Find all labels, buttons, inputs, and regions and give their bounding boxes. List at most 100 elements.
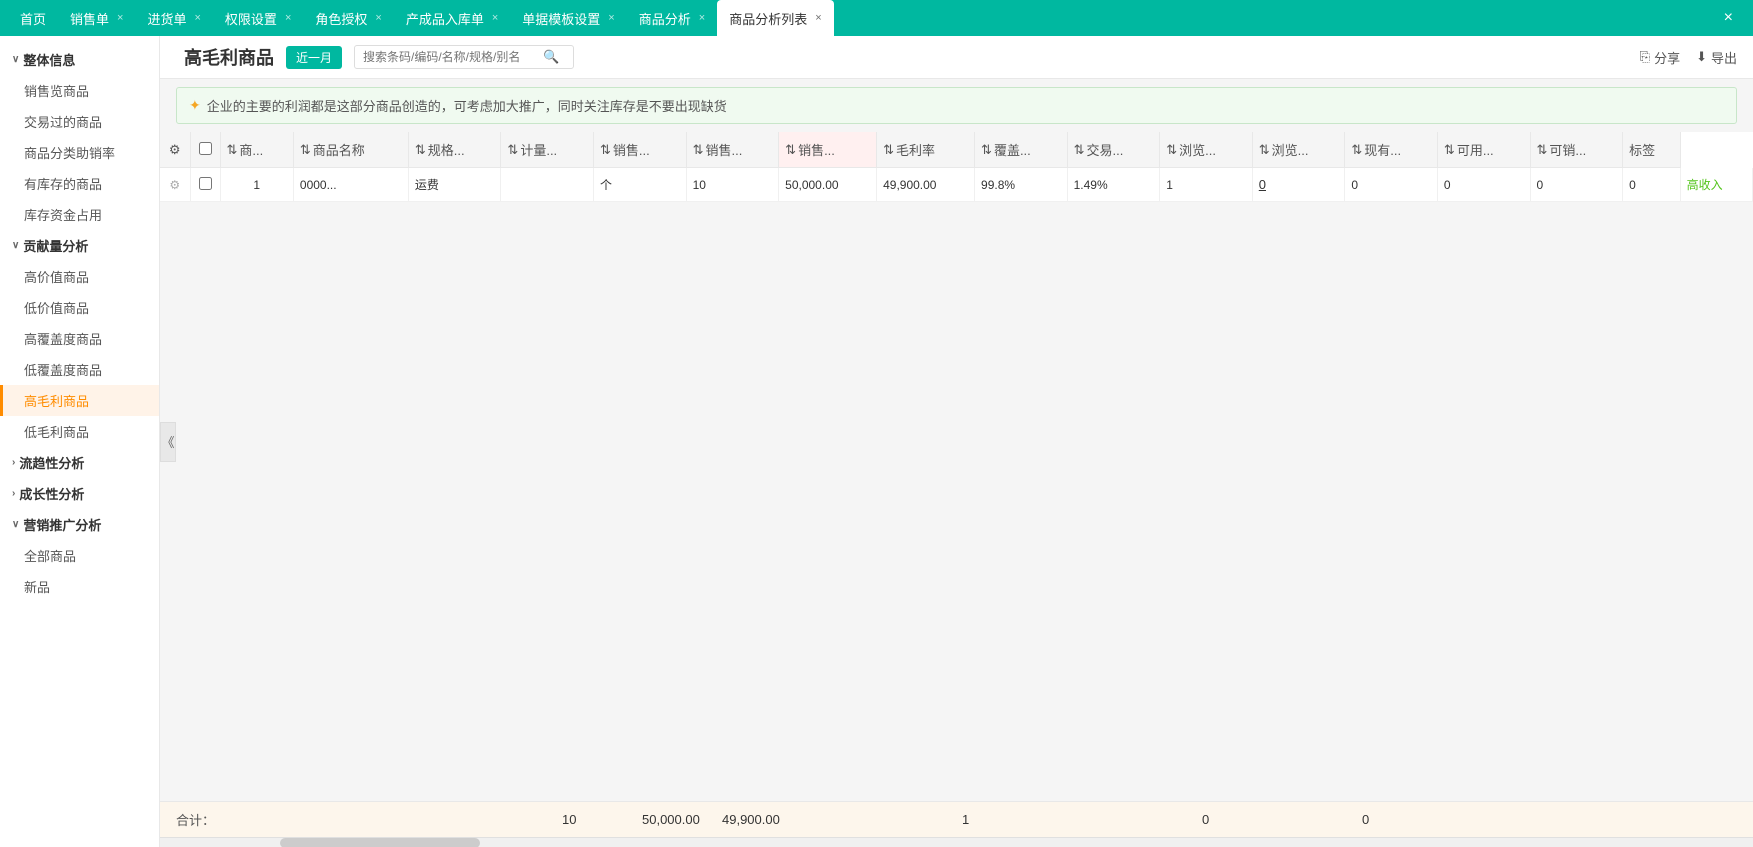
select-all-checkbox[interactable]: [199, 142, 212, 155]
col-header-spec[interactable]: ⇅ 规格...: [408, 132, 501, 168]
search-box: 🔍: [354, 45, 574, 69]
row-checkbox[interactable]: [190, 168, 220, 202]
row-browse1[interactable]: 0: [1252, 168, 1345, 202]
nav-sales-order[interactable]: 销售单 ×: [58, 0, 135, 36]
table-container: ⚙ ⇅ 商... ⇅: [160, 132, 1753, 801]
sidebar-item-traded-goods[interactable]: 交易过的商品: [0, 106, 159, 137]
row-code: 0000...: [293, 168, 408, 202]
footer-label: 合计：: [176, 810, 256, 829]
col-sort-icon-browse1: ⇅: [1166, 142, 1177, 158]
col-header-stock-available[interactable]: ⇅ 可用...: [1437, 132, 1530, 168]
sidebar-group-trend[interactable]: › 流趋性分析: [0, 447, 159, 478]
nav-window-close[interactable]: ×: [1712, 9, 1745, 27]
col-header-coverage[interactable]: ⇅ 覆盖...: [975, 132, 1068, 168]
col-header-browse2[interactable]: ⇅ 浏览...: [1252, 132, 1345, 168]
info-banner: ✦ 企业的主要的利润都是这部分商品创造的，可考虑加大推广，同时关注库存是不要出现…: [176, 87, 1737, 124]
nav-purchase-order[interactable]: 进货单 ×: [135, 0, 212, 36]
content-header: 高毛利商品 近一月 🔍 ⎘ 分享 ⬇ 导出: [160, 36, 1753, 79]
export-icon: ⬇: [1696, 49, 1707, 65]
sidebar-item-category-assist[interactable]: 商品分类助销率: [0, 137, 159, 168]
nav-close-analysis[interactable]: ×: [699, 12, 705, 24]
nav-product-analysis[interactable]: 商品分析 ×: [627, 0, 717, 36]
horizontal-scrollbar[interactable]: [160, 837, 1753, 847]
row-sales-amount: 50,000.00: [779, 168, 877, 202]
row-sales-cost: 49,900.00: [877, 168, 975, 202]
row-num: 1: [220, 168, 293, 202]
export-button[interactable]: ⬇ 导出: [1696, 48, 1737, 67]
sidebar-item-stock-capital[interactable]: 库存资金占用: [0, 199, 159, 230]
date-filter-button[interactable]: 近一月: [286, 46, 342, 69]
table-row: ⚙ 1 0000... 运费 个 10 50,000.00 49,900.00 …: [160, 168, 1753, 202]
col-sort-icon-code: ⇅: [227, 142, 238, 158]
share-button[interactable]: ⎘ 分享: [1640, 48, 1680, 67]
col-header-settings[interactable]: ⚙: [160, 132, 190, 168]
nav-close-template[interactable]: ×: [608, 12, 614, 24]
row-sales-qty: 10: [686, 168, 779, 202]
share-icon: ⎘: [1640, 49, 1650, 65]
row-settings-btn[interactable]: ⚙: [160, 168, 190, 202]
sidebar-item-new-goods[interactable]: 新品: [0, 571, 159, 602]
sidebar-item-low-coverage[interactable]: 低覆盖度商品: [0, 354, 159, 385]
sidebar-item-high-gross-margin[interactable]: 高毛利商品: [0, 385, 159, 416]
col-header-sales-amount[interactable]: ⇅ 销售...: [686, 132, 779, 168]
footer-cols: 10 50,000.00 49,900.00 1 0 0: [256, 812, 1737, 827]
nav-product-analysis-list[interactable]: 商品分析列表 ×: [717, 0, 833, 36]
col-sort-icon-stock-available: ⇅: [1444, 142, 1455, 158]
sidebar-item-all-goods[interactable]: 全部商品: [0, 540, 159, 571]
header-actions: ⎘ 分享 ⬇ 导出: [1640, 48, 1737, 67]
search-icon[interactable]: 🔍: [543, 49, 559, 65]
nav-close-finished[interactable]: ×: [492, 12, 498, 24]
sidebar-item-sales-overview[interactable]: 销售览商品: [0, 75, 159, 106]
row-stock-sellable: 0: [1623, 168, 1681, 202]
col-sort-icon-stock-current: ⇅: [1351, 142, 1362, 158]
sidebar-item-low-value[interactable]: 低价值商品: [0, 292, 159, 323]
col-sort-icon-sales-cost: ⇅: [785, 142, 796, 158]
data-table: ⚙ ⇅ 商... ⇅: [160, 132, 1753, 202]
col-header-name[interactable]: ⇅ 商品名称: [293, 132, 408, 168]
arrow-marketing: ∨: [12, 519, 19, 530]
col-header-sales-cost[interactable]: ⇅ 销售...: [779, 132, 877, 168]
row-spec: [501, 168, 594, 202]
footer-browse1-empty: [1036, 812, 1116, 827]
row-stock-available: 0: [1530, 168, 1623, 202]
sidebar-item-high-coverage[interactable]: 高覆盖度商品: [0, 323, 159, 354]
sidebar-group-contribution[interactable]: ∨ 贡献量分析: [0, 230, 159, 261]
nav-close-role[interactable]: ×: [375, 12, 381, 24]
col-header-browse1[interactable]: ⇅ 浏览...: [1160, 132, 1253, 168]
row-coverage: 1.49%: [1067, 168, 1160, 202]
nav-close-analysis-list[interactable]: ×: [815, 12, 821, 24]
scrollbar-thumb[interactable]: [280, 838, 480, 847]
nav-home[interactable]: 首页: [8, 0, 58, 36]
sidebar-item-stock-goods[interactable]: 有库存的商品: [0, 168, 159, 199]
nav-close-sales-order[interactable]: ×: [117, 12, 123, 24]
nav-close-purchase[interactable]: ×: [194, 12, 200, 24]
col-header-unit[interactable]: ⇅ 计量...: [501, 132, 594, 168]
row-unit: 个: [594, 168, 687, 202]
col-header-sales-qty[interactable]: ⇅ 销售...: [594, 132, 687, 168]
footer-coverage-empty: [876, 812, 956, 827]
nav-permission-settings[interactable]: 权限设置 ×: [213, 0, 303, 36]
footer-sales-amount: 50,000.00: [636, 812, 716, 827]
nav-role-auth[interactable]: 角色授权 ×: [303, 0, 393, 36]
col-header-trade[interactable]: ⇅ 交易...: [1067, 132, 1160, 168]
nav-finished-goods[interactable]: 产成品入库单 ×: [394, 0, 510, 36]
sidebar-group-growth[interactable]: › 成长性分析: [0, 478, 159, 509]
sidebar-group-marketing[interactable]: ∨ 营销推广分析: [0, 509, 159, 540]
nav-template-settings[interactable]: 单据模板设置 ×: [510, 0, 626, 36]
footer-stock-sellable: 0: [1356, 812, 1436, 827]
sidebar-group-overall[interactable]: ∨ 整体信息: [0, 44, 159, 75]
sidebar-collapse-button[interactable]: 《: [160, 422, 176, 462]
col-header-code[interactable]: ⇅ 商...: [220, 132, 293, 168]
col-header-stock-sellable[interactable]: ⇅ 可销...: [1530, 132, 1623, 168]
col-sort-icon-browse2: ⇅: [1259, 142, 1270, 158]
row-browse2: 0: [1345, 168, 1438, 202]
footer-stock-current: 0: [1196, 812, 1276, 827]
content-area: 《 高毛利商品 近一月 🔍 ⎘ 分享 ⬇ 导出 ✦: [160, 36, 1753, 847]
search-input[interactable]: [363, 50, 543, 64]
sidebar-item-high-value[interactable]: 高价值商品: [0, 261, 159, 292]
col-header-stock-current[interactable]: ⇅ 现有...: [1345, 132, 1438, 168]
nav-close-permission[interactable]: ×: [285, 12, 291, 24]
sidebar-item-low-gross-margin[interactable]: 低毛利商品: [0, 416, 159, 447]
col-header-checkbox[interactable]: [190, 132, 220, 168]
col-header-gross-margin[interactable]: ⇅ 毛利率: [877, 132, 975, 168]
